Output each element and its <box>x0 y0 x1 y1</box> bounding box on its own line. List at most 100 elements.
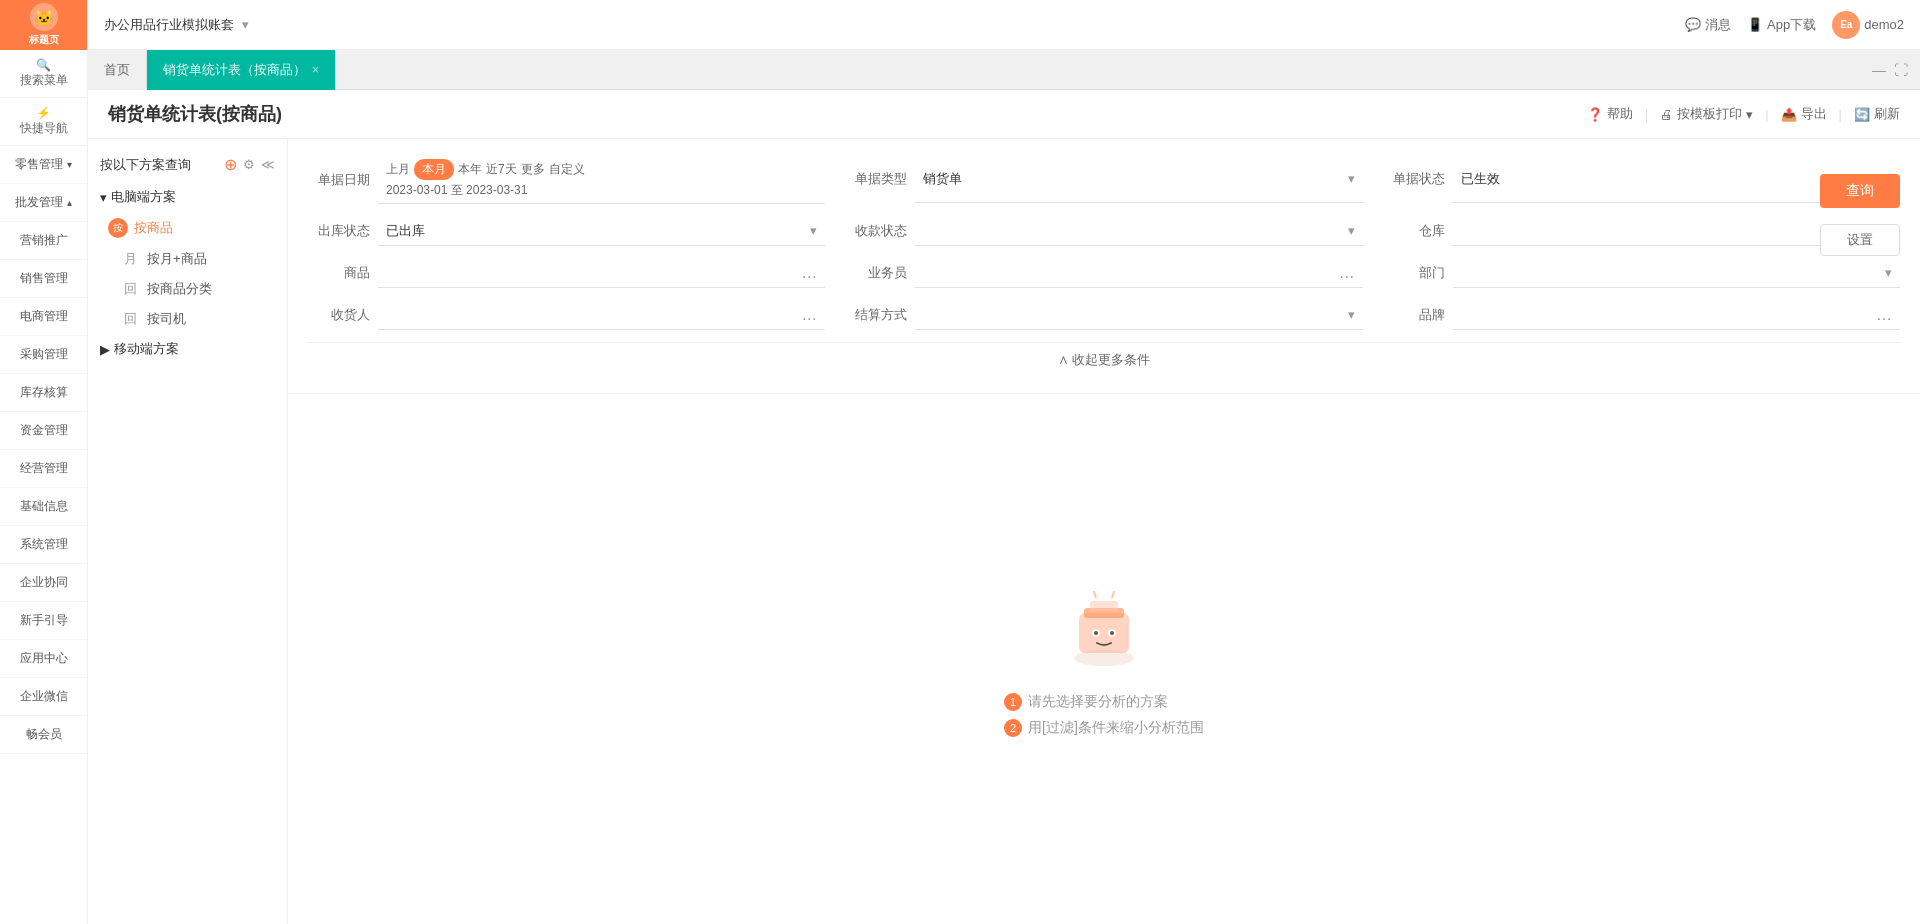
tab-home-label: 首页 <box>104 61 130 79</box>
tree-item-by-driver[interactable]: 回 按司机 <box>88 304 287 334</box>
sidebar-item-wholesale[interactable]: 批发管理 ▴ <box>0 184 87 222</box>
date-tab-this-month[interactable]: 本月 <box>414 159 454 180</box>
tab-home[interactable]: 首页 <box>88 50 147 90</box>
date-tab-last-month[interactable]: 上月 <box>386 161 410 178</box>
divider2: | <box>1765 107 1768 122</box>
edit-scheme-icon[interactable]: ⚙ <box>243 157 255 172</box>
tree-section-desktop[interactable]: ▾ 电脑端方案 <box>88 182 287 212</box>
payment-status-filter[interactable]: ▾ <box>915 216 1362 246</box>
user-info[interactable]: Ea demo2 <box>1832 11 1904 39</box>
payment-status-dropdown-icon[interactable]: ▾ <box>1348 223 1355 238</box>
date-tab-this-year[interactable]: 本年 <box>458 161 482 178</box>
brand-label: 品牌 <box>1383 306 1453 324</box>
avatar: Ea <box>1832 11 1860 39</box>
sidebar-quick-nav[interactable]: ⚡ 快捷导航 <box>0 98 87 146</box>
tab-controls: — ⛶ <box>1860 50 1920 90</box>
tree-item-by-month-goods[interactable]: 月 按月+商品 <box>88 244 287 274</box>
filter-settle-group: 结算方式 ▾ <box>845 300 1362 330</box>
sidebar-item-sales[interactable]: 销售管理 <box>0 260 87 298</box>
out-status-dropdown-icon[interactable]: ▾ <box>810 223 817 238</box>
message-label: 消息 <box>1705 16 1731 34</box>
sidebar-item-basic[interactable]: 基础信息 <box>0 488 87 526</box>
help-label: 帮助 <box>1607 105 1633 123</box>
sidebar-item-ecom[interactable]: 电商管理 <box>0 298 87 336</box>
filter-and-results: 销货单统计表(按商品) ❓ 帮助 | 🖨 按模板打印 ▾ | 📤 导出 | <box>88 90 1920 924</box>
topnav: 办公用品行业模拟账套 ▾ 💬 消息 📱 App下载 Ea demo2 <box>88 0 1920 50</box>
dept-label: 部门 <box>1383 264 1453 282</box>
settings-button[interactable]: 设置 <box>1820 224 1900 256</box>
receiver-dots-icon[interactable]: … <box>801 306 817 324</box>
help-btn[interactable]: ❓ 帮助 <box>1587 105 1633 123</box>
date-tab-more[interactable]: 更多 <box>521 161 545 178</box>
out-status-value: 已出库 <box>386 222 810 240</box>
tab-close-icon[interactable]: × <box>312 63 319 77</box>
collapse-panel-icon[interactable]: ≪ <box>261 157 275 172</box>
doc-type-label: 单据类型 <box>845 170 915 188</box>
tree-item-by-driver-label: 按司机 <box>147 310 186 328</box>
query-button[interactable]: 查询 <box>1820 174 1900 208</box>
tab-maximize-icon[interactable]: ⛶ <box>1894 62 1908 78</box>
filter-staff-group: 业务员 … <box>845 258 1362 288</box>
staff-dots-icon[interactable]: … <box>1339 264 1355 282</box>
main-area: 单据日期 上月 本月 本年 近7天 更多 自定义 <box>288 139 1920 924</box>
doc-type-filter[interactable]: 销货单 ▾ <box>915 155 1362 203</box>
tab-sales-stats[interactable]: 销货单统计表（按商品） × <box>147 50 336 90</box>
goods-label: 商品 <box>308 264 378 282</box>
industry-dropdown[interactable]: ▾ <box>242 17 249 32</box>
tree-section-mobile[interactable]: ▶ 移动端方案 <box>88 334 287 364</box>
sidebar-item-purchase[interactable]: 采购管理 <box>0 336 87 374</box>
sidebar-item-wechat[interactable]: 企业微信 <box>0 678 87 716</box>
tab-minimize-icon[interactable]: — <box>1872 62 1886 78</box>
goods-filter[interactable]: … <box>378 258 825 288</box>
sidebar-item-system[interactable]: 系统管理 <box>0 526 87 564</box>
brand-filter[interactable]: … <box>1453 300 1900 330</box>
brand-dots-icon[interactable]: … <box>1876 306 1892 324</box>
doc-type-dropdown-icon[interactable]: ▾ <box>1348 171 1355 186</box>
sidebar-search[interactable]: 🔍 搜索菜单 <box>0 50 87 98</box>
export-btn[interactable]: 📤 导出 <box>1781 105 1827 123</box>
sidebar-logo[interactable]: 🐱 标题页 <box>0 0 87 50</box>
tip-1-text: 请先选择要分析的方案 <box>1028 693 1168 711</box>
page-header: 销货单统计表(按商品) ❓ 帮助 | 🖨 按模板打印 ▾ | 📤 导出 | <box>88 90 1920 139</box>
dept-filter[interactable]: ▾ <box>1453 258 1900 288</box>
topnav-left: 办公用品行业模拟账套 ▾ <box>104 16 249 34</box>
print-btn[interactable]: 🖨 按模板打印 ▾ <box>1660 105 1753 123</box>
tip-num-1: 1 <box>1004 693 1022 711</box>
date-range-display: 2023-03-01 至 2023-03-31 <box>386 182 817 199</box>
sidebar-item-operations[interactable]: 经营管理 <box>0 450 87 488</box>
sidebar-item-enterprise[interactable]: 企业协同 <box>0 564 87 602</box>
filter-receiver-group: 收货人 … <box>308 300 825 330</box>
app-download-btn[interactable]: 📱 App下载 <box>1747 16 1816 34</box>
page-actions: ❓ 帮助 | 🖨 按模板打印 ▾ | 📤 导出 | 🔄 刷新 <box>1587 105 1900 123</box>
settle-filter[interactable]: ▾ <box>915 300 1362 330</box>
receiver-filter[interactable]: … <box>378 300 825 330</box>
help-icon: ❓ <box>1587 107 1603 122</box>
message-btn[interactable]: 💬 消息 <box>1685 16 1731 34</box>
dept-dropdown-icon[interactable]: ▾ <box>1885 265 1892 280</box>
sidebar-item-finance[interactable]: 资金管理 <box>0 412 87 450</box>
sidebar-item-inventory[interactable]: 库存核算 <box>0 374 87 412</box>
sidebar-item-retail[interactable]: 零售管理 ▾ <box>0 146 87 184</box>
out-status-filter[interactable]: 已出库 ▾ <box>378 216 825 246</box>
staff-filter[interactable]: … <box>915 258 1362 288</box>
main-content: 办公用品行业模拟账套 ▾ 💬 消息 📱 App下载 Ea demo2 首页 <box>88 0 1920 924</box>
tree-icon-category: 回 <box>124 280 137 298</box>
add-scheme-icon[interactable]: ⊕ <box>224 155 237 174</box>
tree-item-by-category[interactable]: 回 按商品分类 <box>88 274 287 304</box>
goods-dots-icon[interactable]: … <box>801 264 817 282</box>
tree-item-by-goods[interactable]: 按 按商品 <box>88 212 287 244</box>
sidebar-item-member[interactable]: 畅会员 <box>0 716 87 754</box>
settle-dropdown-icon[interactable]: ▾ <box>1348 307 1355 322</box>
search-label: 搜索菜单 <box>20 73 68 87</box>
filter-panel: 单据日期 上月 本月 本年 近7天 更多 自定义 <box>288 139 1920 394</box>
date-tab-custom[interactable]: 自定义 <box>549 161 585 178</box>
refresh-label: 刷新 <box>1874 105 1900 123</box>
tree-item-by-goods-label: 按商品 <box>134 219 173 237</box>
print-dropdown-icon[interactable]: ▾ <box>1746 107 1753 122</box>
refresh-btn[interactable]: 🔄 刷新 <box>1854 105 1900 123</box>
sidebar-item-appstore[interactable]: 应用中心 <box>0 640 87 678</box>
date-tab-7days[interactable]: 近7天 <box>486 161 517 178</box>
sidebar-item-marketing[interactable]: 营销推广 <box>0 222 87 260</box>
collapse-bar[interactable]: ∧ 收起更多条件 <box>308 342 1900 377</box>
sidebar-item-guide[interactable]: 新手引导 <box>0 602 87 640</box>
